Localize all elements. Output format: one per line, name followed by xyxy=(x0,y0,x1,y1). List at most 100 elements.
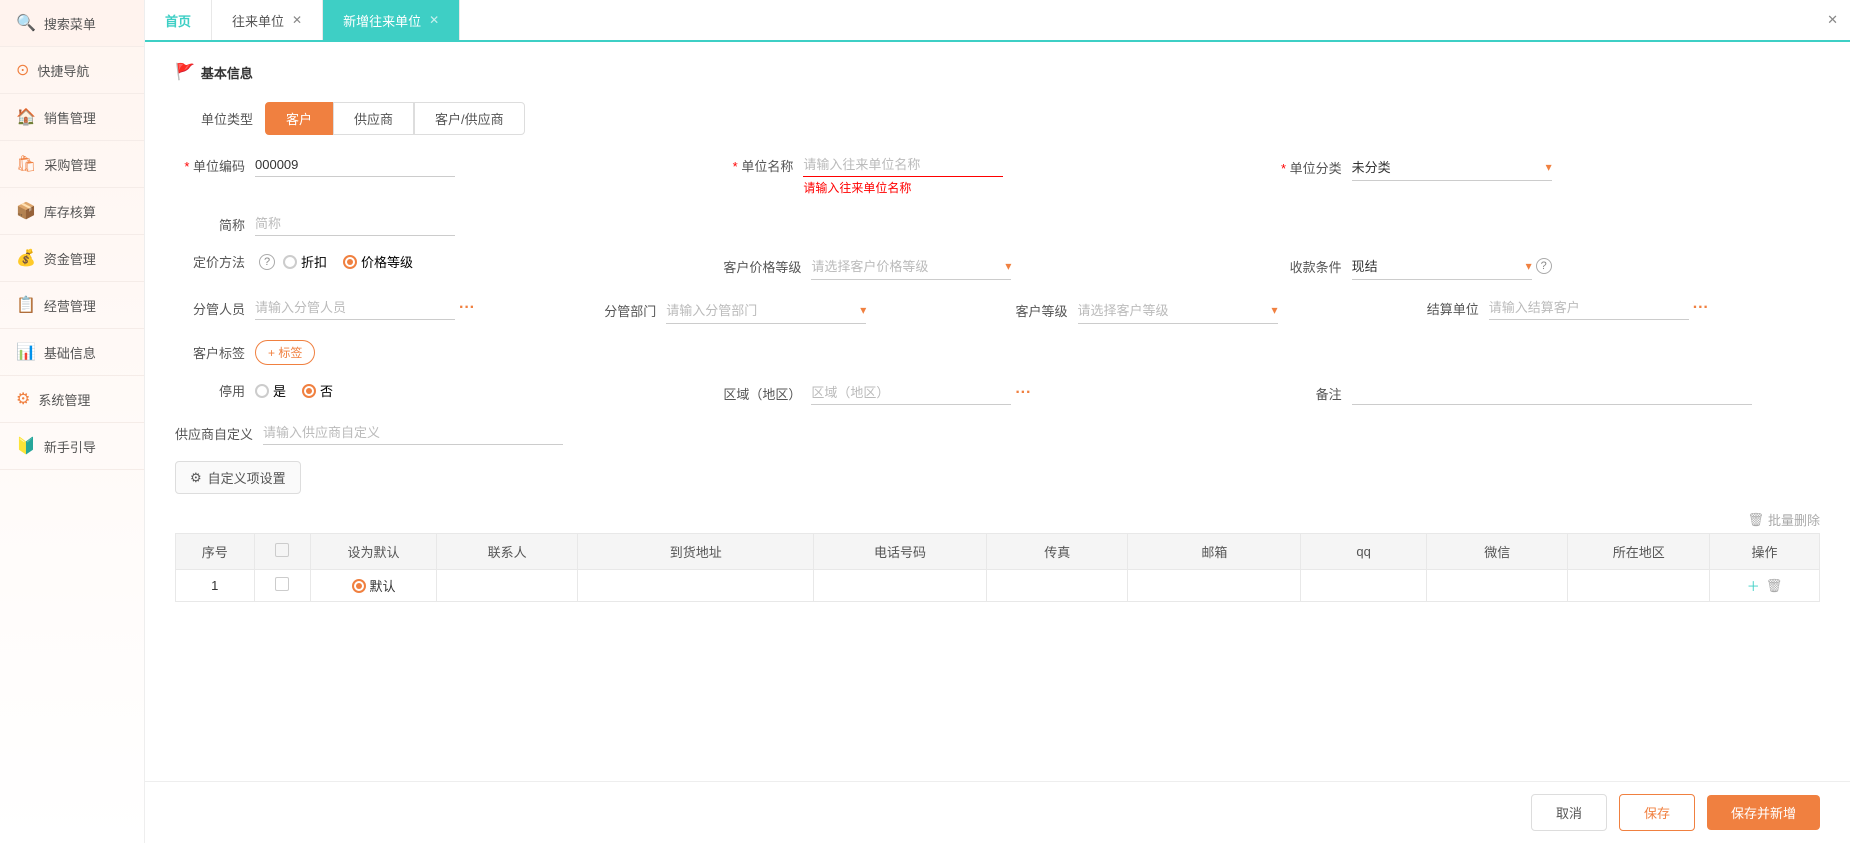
row-default-radio[interactable]: 默认 xyxy=(321,576,426,595)
radio-discount-label: 折扣 xyxy=(301,252,327,271)
sidebar-item-inventory[interactable]: 📦 库存核算 xyxy=(0,188,144,235)
row-actions: ＋ 🗑 xyxy=(1720,576,1809,595)
unit-code-input[interactable] xyxy=(255,153,455,177)
row-wx[interactable] xyxy=(1427,570,1568,602)
remark-input[interactable] xyxy=(1352,381,1752,405)
row-region-input[interactable] xyxy=(1578,578,1698,593)
tab-partners-close[interactable]: ✕ xyxy=(292,14,302,26)
radio-disable-yes[interactable]: 是 xyxy=(255,381,286,400)
cancel-button[interactable]: 取消 xyxy=(1531,794,1607,831)
tab-new-partner-close[interactable]: ✕ xyxy=(429,14,439,26)
field-settlement: 结算单位 ··· xyxy=(1409,296,1820,320)
pricing-help-icon[interactable]: ? xyxy=(259,254,275,270)
row-checkbox[interactable] xyxy=(275,577,289,591)
row-wx-input[interactable] xyxy=(1437,578,1557,593)
th-wx: 微信 xyxy=(1427,534,1568,570)
th-fax: 传真 xyxy=(986,534,1127,570)
row-delete-btn[interactable]: 🗑 xyxy=(1766,578,1783,594)
save-button[interactable]: 保存 xyxy=(1619,794,1695,831)
row-addr-input[interactable] xyxy=(588,578,803,593)
select-all-checkbox[interactable] xyxy=(275,543,289,557)
disable-radio-group: 是 否 xyxy=(255,381,333,400)
pricing-label: 定价方法 xyxy=(175,252,255,271)
row-default[interactable]: 默认 xyxy=(311,570,437,602)
radio-price-level-circle xyxy=(343,255,357,269)
row-qq-input[interactable] xyxy=(1311,578,1416,593)
custom-settings-button[interactable]: ⚙ 自定义项设置 xyxy=(175,461,301,494)
customer-level-select[interactable]: 请选择客户等级 ▾ xyxy=(1078,296,1278,324)
tab-bar: 首页 往来单位 ✕ 新增往来单位 ✕ ✕ xyxy=(145,0,1850,42)
unit-category-select[interactable]: 未分类 ▾ xyxy=(1352,153,1552,181)
th-checkbox[interactable] xyxy=(254,534,311,570)
tab-home[interactable]: 首页 xyxy=(145,0,212,40)
row-addr[interactable] xyxy=(578,570,814,602)
row-phone-input[interactable] xyxy=(824,578,976,593)
form-row-tags: 客户标签 + 标签 xyxy=(175,340,1820,365)
supplier-custom-label: 供应商自定义 xyxy=(175,424,263,443)
manager-input[interactable] xyxy=(255,296,455,320)
settlement-input[interactable] xyxy=(1489,296,1689,320)
abbr-input[interactable] xyxy=(255,212,455,236)
btn-type-both[interactable]: 客户/供应商 xyxy=(414,102,525,135)
tab-new-partner-label: 新增往来单位 xyxy=(343,11,421,30)
supplier-custom-input[interactable] xyxy=(263,421,563,445)
sidebar-item-basic-info[interactable]: 📊 基础信息 xyxy=(0,329,144,376)
dept-select[interactable]: 请输入分管部门 ▾ xyxy=(666,296,866,324)
row-fax-input[interactable] xyxy=(997,578,1117,593)
abbr-label: 简称 xyxy=(175,215,255,234)
batch-delete-button[interactable]: 🗑 批量删除 xyxy=(1747,510,1820,529)
custom-settings: ⚙ 自定义项设置 xyxy=(175,461,1820,494)
tab-close-all[interactable]: ✕ xyxy=(1815,0,1850,40)
sidebar-item-guide[interactable]: 🔰 新手引导 xyxy=(0,423,144,470)
sidebar-item-finance[interactable]: 💰 资金管理 xyxy=(0,235,144,282)
payment-select[interactable]: 现结 ▾ xyxy=(1352,252,1532,280)
footer: 取消 保存 保存并新增 xyxy=(145,781,1850,843)
row-phone[interactable] xyxy=(814,570,987,602)
tab-partners[interactable]: 往来单位 ✕ xyxy=(212,0,323,40)
sidebar-item-sales[interactable]: 🏠 销售管理 xyxy=(0,94,144,141)
row-contact[interactable] xyxy=(436,570,577,602)
form-row-abbr: 简称 xyxy=(175,212,1820,236)
unit-name-input[interactable] xyxy=(803,153,1003,177)
add-tag-button[interactable]: + 标签 xyxy=(255,340,315,365)
save-new-button[interactable]: 保存并新增 xyxy=(1707,795,1820,830)
row-contact-input[interactable] xyxy=(447,578,567,593)
form-row-disable: 停用 是 否 区域（地区） ··· 备注 xyxy=(175,381,1820,405)
row-region[interactable] xyxy=(1568,570,1709,602)
radio-disable-no-label: 否 xyxy=(320,381,333,400)
tab-new-partner[interactable]: 新增往来单位 ✕ xyxy=(323,0,460,40)
payment-help-icon[interactable]: ? xyxy=(1536,258,1552,274)
form-row-supplier-custom: 供应商自定义 xyxy=(175,421,1820,445)
settlement-dots-btn[interactable]: ··· xyxy=(1689,299,1713,317)
field-unit-category: 单位分类 未分类 ▾ xyxy=(1272,153,1820,181)
row-checkbox-cell[interactable] xyxy=(254,570,311,602)
row-qq[interactable] xyxy=(1301,570,1427,602)
table-section: 🗑 批量删除 序号 设为默认 联系人 到货地址 电话号码 传真 邮箱 qq xyxy=(175,506,1820,602)
radio-discount[interactable]: 折扣 xyxy=(283,252,327,271)
manager-dots-btn[interactable]: ··· xyxy=(455,299,479,317)
row-email-input[interactable] xyxy=(1138,578,1290,593)
btn-type-customer[interactable]: 客户 xyxy=(265,102,333,135)
sidebar-item-operations[interactable]: 📋 经营管理 xyxy=(0,282,144,329)
customer-price-select[interactable]: 请选择客户价格等级 ▾ xyxy=(811,252,1011,280)
table-header-row: 序号 设为默认 联系人 到货地址 电话号码 传真 邮箱 qq 微信 所在地区 操… xyxy=(176,534,1820,570)
sidebar-item-purchase[interactable]: 🛍 采购管理 xyxy=(0,141,144,188)
btn-type-supplier[interactable]: 供应商 xyxy=(333,102,414,135)
radio-price-level[interactable]: 价格等级 xyxy=(343,252,413,271)
region-input[interactable] xyxy=(811,381,1011,405)
row-add-btn[interactable]: ＋ xyxy=(1747,576,1760,595)
radio-disable-no[interactable]: 否 xyxy=(302,381,333,400)
unit-type-btn-group: 客户 供应商 客户/供应商 xyxy=(265,102,525,135)
th-op: 操作 xyxy=(1709,534,1819,570)
sidebar-item-quick-nav[interactable]: ⊙ 快捷导航 xyxy=(0,47,144,94)
sidebar-item-system[interactable]: ⚙ 系统管理 xyxy=(0,376,144,423)
region-dots-btn[interactable]: ··· xyxy=(1011,384,1035,402)
row-fax[interactable] xyxy=(986,570,1127,602)
th-addr: 到货地址 xyxy=(578,534,814,570)
tab-home-label: 首页 xyxy=(165,11,191,30)
sidebar-item-sales-label: 销售管理 xyxy=(44,108,96,127)
sidebar-item-search[interactable]: 🔍 搜索菜单 xyxy=(0,0,144,47)
row-email[interactable] xyxy=(1128,570,1301,602)
customer-level-label: 客户等级 xyxy=(998,301,1078,320)
contacts-table: 序号 设为默认 联系人 到货地址 电话号码 传真 邮箱 qq 微信 所在地区 操… xyxy=(175,533,1820,602)
